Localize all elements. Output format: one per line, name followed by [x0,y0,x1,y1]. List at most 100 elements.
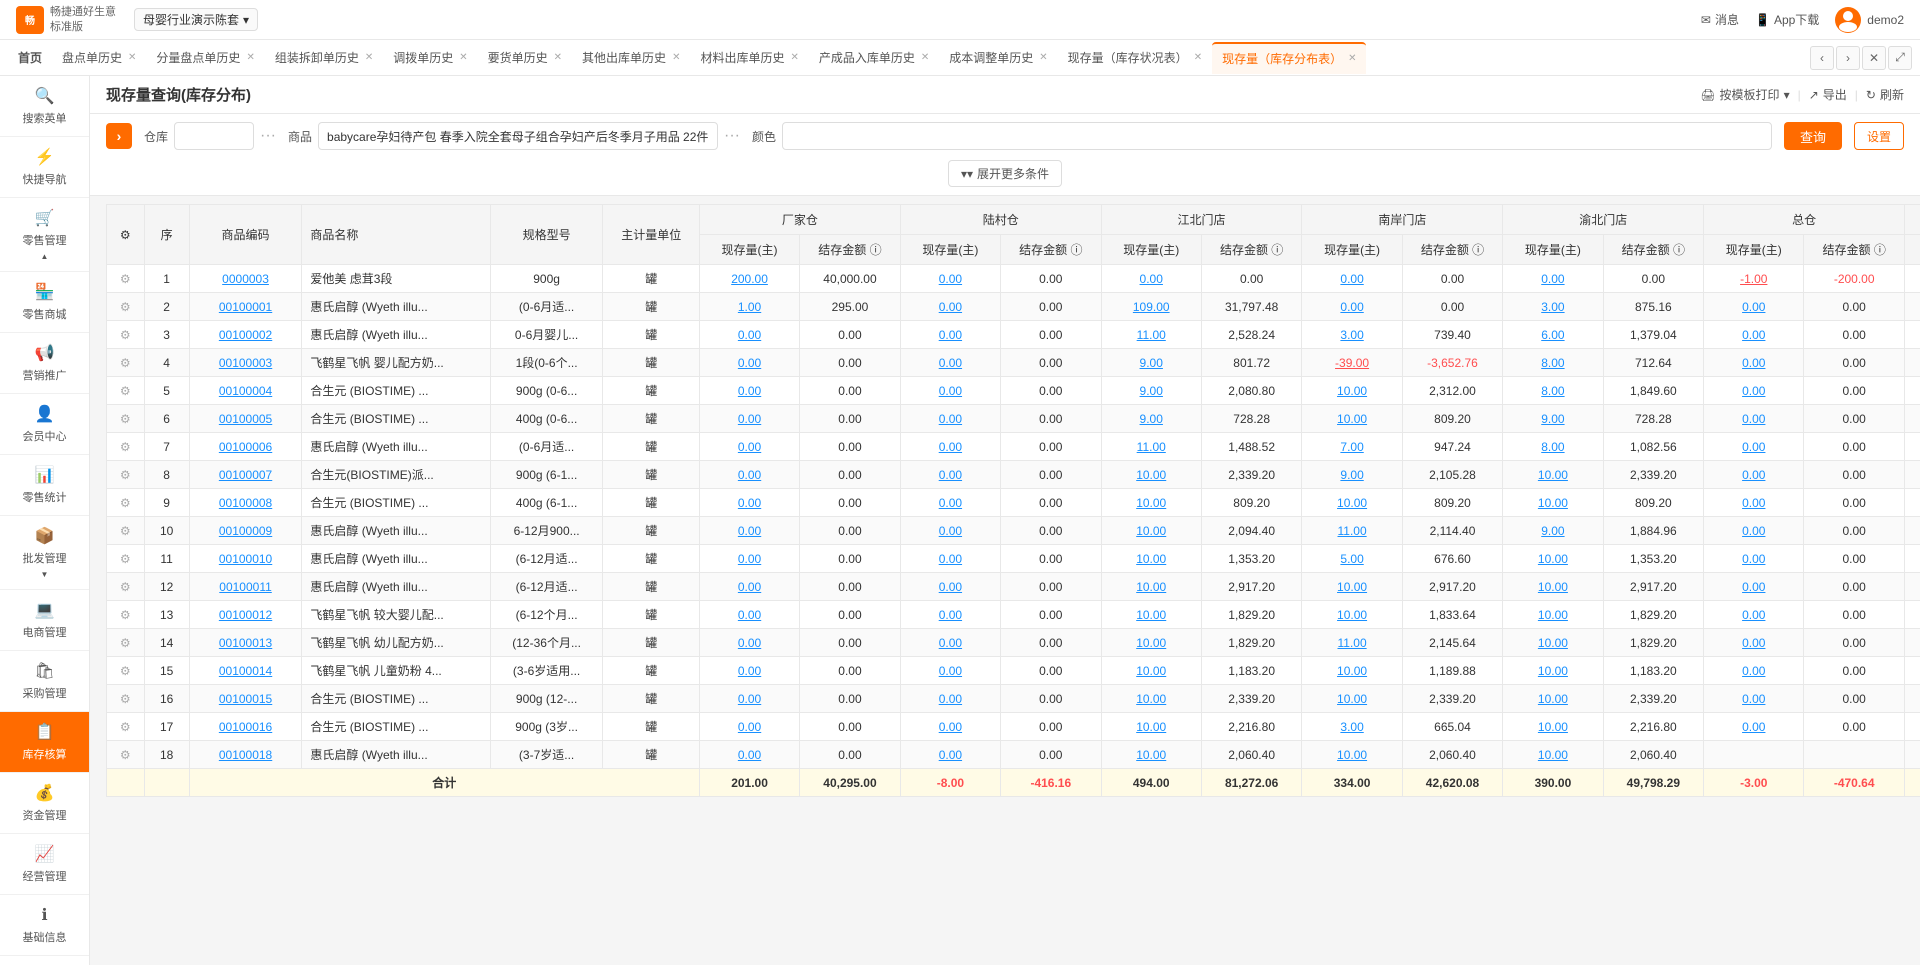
row-code[interactable]: 00100009 [189,517,302,545]
tab-close-all-button[interactable]: ✕ [1862,46,1886,70]
row-c1-qty[interactable]: 0.00 [699,685,799,713]
sidebar-item-members[interactable]: 👤 会员中心 [0,394,89,455]
tab-order[interactable]: 要货单历史 ✕ [478,42,572,74]
row-c3-qty[interactable]: 10.00 [1101,601,1201,629]
row-c1-qty[interactable]: 200.00 [699,265,799,293]
row-icon[interactable]: ⚙ [107,741,145,769]
row-c4-qty[interactable]: 10.00 [1302,657,1402,685]
tab-prev-button[interactable]: ‹ [1810,46,1834,70]
row-c3-qty[interactable]: 11.00 [1101,321,1201,349]
sidebar-item-basic-info[interactable]: ℹ 基础信息 [0,895,89,956]
row-icon[interactable]: ⚙ [107,657,145,685]
row-c3-qty[interactable]: 10.00 [1101,489,1201,517]
row-c5-qty[interactable]: 10.00 [1503,601,1603,629]
row-c3-qty[interactable]: 10.00 [1101,545,1201,573]
row-c4-qty[interactable]: 10.00 [1302,601,1402,629]
row-c6-qty[interactable]: 0.00 [1704,713,1804,741]
row-icon[interactable]: ⚙ [107,489,145,517]
tab-stock-distribution[interactable]: 现存量（库存分布表） ✕ [1212,42,1366,74]
row-c1-qty[interactable]: 0.00 [699,657,799,685]
row-code[interactable]: 00100016 [189,713,302,741]
row-icon[interactable]: ⚙ [107,265,145,293]
row-c6-qty[interactable]: 0.00 [1704,545,1804,573]
row-c5-qty[interactable]: 8.00 [1503,433,1603,461]
row-c6-qty[interactable]: 0.00 [1704,601,1804,629]
row-c1-qty[interactable]: 0.00 [699,545,799,573]
tab-close-icon[interactable]: ✕ [1348,53,1356,64]
row-c1-qty[interactable]: 0.00 [699,629,799,657]
tab-home[interactable]: 首页 [8,42,52,74]
color-input[interactable] [782,122,1772,150]
row-c1-qty[interactable]: 0.00 [699,713,799,741]
row-code[interactable]: 00100007 [189,461,302,489]
settings-button[interactable]: 设置 [1854,122,1904,150]
row-c3-qty[interactable]: 10.00 [1101,573,1201,601]
row-c6-qty[interactable] [1704,741,1804,769]
row-icon[interactable]: ⚙ [107,573,145,601]
row-code[interactable]: 0000003 [189,265,302,293]
row-c3-qty[interactable]: 10.00 [1101,713,1201,741]
row-c1-qty[interactable]: 0.00 [699,349,799,377]
row-code[interactable]: 00100014 [189,657,302,685]
tab-product-in[interactable]: 产成品入库单历史 ✕ [809,42,939,74]
row-code[interactable]: 00100003 [189,349,302,377]
row-c2-qty[interactable]: 0.00 [900,517,1000,545]
row-c3-qty[interactable]: 10.00 [1101,517,1201,545]
row-c4-qty[interactable]: 7.00 [1302,433,1402,461]
row-c5-qty[interactable]: 9.00 [1503,517,1603,545]
row-c2-qty[interactable]: 0.00 [900,713,1000,741]
row-c3-qty[interactable]: 10.00 [1101,657,1201,685]
row-c2-qty[interactable]: 0.00 [900,573,1000,601]
tab-maximize-button[interactable]: ⤢ [1888,46,1912,70]
row-c5-qty[interactable]: 10.00 [1503,713,1603,741]
row-c3-qty[interactable]: 0.00 [1101,265,1201,293]
tab-close-icon[interactable]: ✕ [128,52,136,63]
row-c2-qty[interactable]: 0.00 [900,349,1000,377]
row-c2-qty[interactable]: 0.00 [900,461,1000,489]
row-code[interactable]: 00100008 [189,489,302,517]
row-c4-qty[interactable]: 3.00 [1302,713,1402,741]
print-button[interactable]: 🖨 按模板打印 ▾ [1700,86,1789,103]
row-c6-qty[interactable]: 0.00 [1704,377,1804,405]
sidebar-item-search[interactable]: 🔍 搜索英单 [0,76,89,137]
row-c2-qty[interactable]: 0.00 [900,741,1000,769]
filter-expand-more-button[interactable]: ▾▾ 展开更多条件 [948,160,1062,187]
row-c6-qty[interactable]: 0.00 [1704,657,1804,685]
tab-close-icon[interactable]: ✕ [246,52,254,63]
tab-close-icon[interactable]: ✕ [554,52,562,63]
row-c5-qty[interactable]: 8.00 [1503,349,1603,377]
row-icon[interactable]: ⚙ [107,349,145,377]
row-c4-qty[interactable]: 10.00 [1302,405,1402,433]
row-c6-qty[interactable]: 0.00 [1704,461,1804,489]
row-c4-qty[interactable]: 10.00 [1302,573,1402,601]
tab-other-out[interactable]: 其他出库单历史 ✕ [572,42,690,74]
row-code[interactable]: 00100010 [189,545,302,573]
tab-close-icon[interactable]: ✕ [1194,52,1202,63]
refresh-button[interactable]: ↻ 刷新 [1866,86,1904,103]
tab-close-icon[interactable]: ✕ [921,52,929,63]
row-icon[interactable]: ⚙ [107,545,145,573]
row-c5-qty[interactable]: 10.00 [1503,545,1603,573]
filter-expand-button[interactable]: › [106,123,132,149]
sidebar-item-retail-mall[interactable]: 🏪 零售商城 [0,272,89,333]
sidebar-item-operations[interactable]: 📈 经营管理 [0,834,89,895]
tab-close-icon[interactable]: ✕ [672,52,680,63]
row-c1-qty[interactable]: 0.00 [699,489,799,517]
industry-selector[interactable]: 母婴行业演示陈套 ▾ [134,8,258,31]
row-code[interactable]: 00100011 [189,573,302,601]
row-c1-qty[interactable]: 1.00 [699,293,799,321]
message-button[interactable]: ✉ 消息 [1701,11,1739,28]
tab-cost-adjust[interactable]: 成本调整单历史 ✕ [939,42,1057,74]
tab-material-out[interactable]: 材料出库单历史 ✕ [690,42,808,74]
row-c1-qty[interactable]: 0.00 [699,405,799,433]
sidebar-item-retail-stats[interactable]: 📊 零售统计 [0,455,89,516]
row-code[interactable]: 00100006 [189,433,302,461]
row-c3-qty[interactable]: 10.00 [1101,685,1201,713]
row-c3-qty[interactable]: 109.00 [1101,293,1201,321]
row-c5-qty[interactable]: 8.00 [1503,377,1603,405]
row-c3-qty[interactable]: 9.00 [1101,377,1201,405]
sidebar-item-ecommerce[interactable]: 💻 电商管理 [0,590,89,651]
row-c4-qty[interactable]: 0.00 [1302,293,1402,321]
row-c5-qty[interactable]: 10.00 [1503,461,1603,489]
app-download-button[interactable]: 📱 App下载 [1755,11,1819,28]
